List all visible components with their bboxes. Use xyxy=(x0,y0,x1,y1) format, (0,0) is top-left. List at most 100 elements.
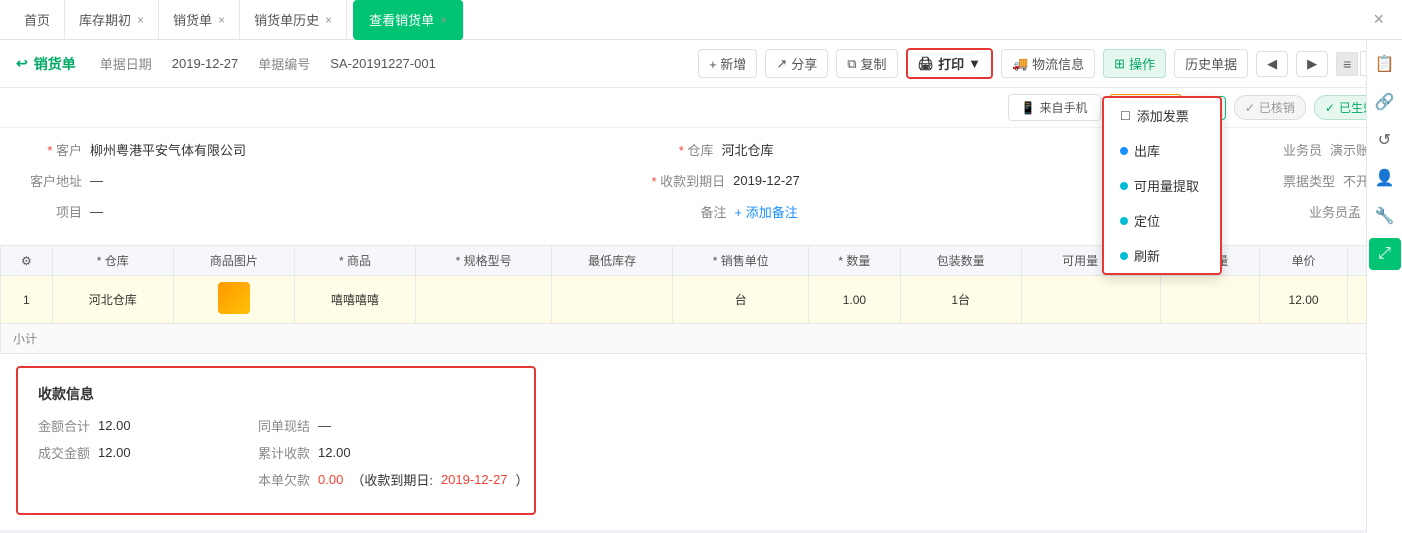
logistics-button[interactable]: 🚚 物流信息 xyxy=(1001,49,1095,78)
invoice-icon: ☐ xyxy=(1120,109,1131,123)
from-phone-label: 来自手机 xyxy=(1040,99,1088,116)
cumulative-item: 累计收款 12.00 xyxy=(258,443,438,462)
row-img xyxy=(173,276,294,324)
refresh-item[interactable]: 刷新 xyxy=(1104,238,1220,273)
add-invoice-item[interactable]: ☐ 添加发票 xyxy=(1104,98,1220,133)
tab-home-label: 首页 xyxy=(24,10,50,29)
tab-inventory-label: 库存期初 xyxy=(79,10,131,29)
tab-view-sales-label: 查看销货单 xyxy=(369,10,434,29)
from-phone-button[interactable]: 📱 来自手机 xyxy=(1008,94,1101,121)
subtotal-row: 小计 xyxy=(1,324,1402,354)
total-value: 12.00 xyxy=(98,418,131,433)
total-item: 金额合计 12.00 xyxy=(38,416,218,435)
nav-prev-button[interactable]: ◀ xyxy=(1256,51,1288,77)
share-icon: ↗ xyxy=(776,56,787,72)
row-stock xyxy=(1161,276,1260,324)
col-spec: * 规格型号 xyxy=(416,246,552,276)
effective-icon: ✓ xyxy=(1325,101,1335,115)
tab-view-sales-close[interactable]: × xyxy=(440,13,447,27)
sidebar-doc-button[interactable]: 📋 xyxy=(1369,48,1401,80)
row-avail xyxy=(1021,276,1161,324)
due-date-value: 2019-12-27 xyxy=(441,472,508,487)
cumulative-label: 累计收款 xyxy=(258,443,310,462)
cancelled-label: 已核销 xyxy=(1259,99,1295,116)
total-label: 金额合计 xyxy=(38,416,90,435)
outbound-item[interactable]: 出库 xyxy=(1104,133,1220,168)
customer-label: 客户 xyxy=(20,140,90,159)
deal-value: 12.00 xyxy=(98,445,131,460)
payment-title: 收款信息 xyxy=(38,384,514,404)
available-qty-item[interactable]: 可用量提取 xyxy=(1104,168,1220,203)
due-item: 本单欠款 0.00 （收款到期日: 2019-12-27 ） xyxy=(258,470,558,489)
same-order-item: 同单现结 — xyxy=(258,416,438,435)
logistics-label: 物流信息 xyxy=(1032,54,1084,73)
project-label: 项目 xyxy=(20,202,90,221)
row-min-stock xyxy=(552,276,673,324)
tab-sales-history-close[interactable]: × xyxy=(325,13,332,27)
right-sidebar: 📋 🔗 ↺ 👤 🔧 ⤢ xyxy=(1366,40,1402,533)
cancelled-badge: ✓ 已核销 xyxy=(1234,95,1306,120)
tab-home[interactable]: 首页 xyxy=(10,0,65,40)
tab-inventory[interactable]: 库存期初 × xyxy=(65,0,159,40)
no-value: SA-20191227-001 xyxy=(330,56,436,71)
new-button[interactable]: + 新增 xyxy=(698,49,757,78)
col-settings[interactable]: ⚙ xyxy=(1,246,53,276)
available-qty-dot xyxy=(1120,182,1128,190)
row-product: 嘻嘻嘻嘻 xyxy=(294,276,415,324)
print-dropdown-icon: ▼ xyxy=(968,56,981,71)
customer-field: 客户 柳州粤港平安气体有限公司 xyxy=(20,140,651,159)
outbound-dot xyxy=(1120,147,1128,155)
sales-icon: ↩ xyxy=(16,55,28,72)
sidebar-settings-button[interactable]: 🔧 xyxy=(1369,200,1401,232)
row-pkg-qty: 1台 xyxy=(900,276,1021,324)
window-close-button[interactable]: × xyxy=(1365,9,1392,30)
project-value: — xyxy=(90,204,665,219)
locate-item[interactable]: 定位 xyxy=(1104,203,1220,238)
cancelled-icon: ✓ xyxy=(1245,101,1255,115)
tab-bar: 首页 库存期初 × 销货单 × 销货单历史 × 查看销货单 × × xyxy=(0,0,1402,40)
row-warehouse: 河北仓库 xyxy=(52,276,173,324)
payment-row-3: 本单欠款 0.00 （收款到期日: 2019-12-27 ） xyxy=(38,470,514,489)
col-warehouse: * 仓库 xyxy=(52,246,173,276)
row-unit: 台 xyxy=(673,276,809,324)
operation-button[interactable]: ⊞ 操作 xyxy=(1103,49,1166,78)
payment-info-panel: 收款信息 金额合计 12.00 同单现结 — 成交金额 12.00 累计收款 1… xyxy=(16,366,536,515)
sidebar-user-button[interactable]: 👤 xyxy=(1369,162,1401,194)
copy-label: 复制 xyxy=(861,54,887,73)
sidebar-link-button[interactable]: 🔗 xyxy=(1369,86,1401,118)
add-invoice-label: 添加发票 xyxy=(1137,106,1189,125)
deal-label: 成交金额 xyxy=(38,443,90,462)
col-unit: * 销售单位 xyxy=(673,246,809,276)
nav-next-button[interactable]: ▶ xyxy=(1296,51,1328,77)
print-icon: 🖨 xyxy=(918,56,935,72)
due-label: 本单欠款 xyxy=(258,470,310,489)
note-add-btn[interactable]: + 添加备注 xyxy=(735,202,1310,221)
tab-sales[interactable]: 销货单 × xyxy=(159,0,240,40)
row-qty: 1.00 xyxy=(809,276,900,324)
col-qty: * 数量 xyxy=(809,246,900,276)
form-meta: 单据日期 2019-12-27 单据编号 SA-20191227-001 xyxy=(100,54,436,73)
sidebar-refresh-button[interactable]: ↺ xyxy=(1369,124,1401,156)
view-list-button[interactable]: ≡ xyxy=(1336,52,1358,76)
history-button[interactable]: 历史单据 xyxy=(1174,49,1248,78)
tab-inventory-close[interactable]: × xyxy=(137,13,144,27)
project-field: 项目 — xyxy=(20,202,665,221)
table-row: 1 河北仓库 嘻嘻嘻嘻 台 1.00 1台 12.00 0. xyxy=(1,276,1402,324)
staff2-label: 业务员孟 xyxy=(1309,202,1361,221)
outbound-label: 出库 xyxy=(1134,141,1160,160)
col-price: 单价 xyxy=(1260,246,1348,276)
tab-view-sales[interactable]: 查看销货单 × xyxy=(353,0,464,40)
print-button[interactable]: 🖨 打印 ▼ xyxy=(906,48,993,79)
same-order-value: — xyxy=(318,418,331,433)
sidebar-expand-button[interactable]: ⤢ xyxy=(1369,238,1401,270)
tab-sales-history[interactable]: 销货单历史 × xyxy=(240,0,347,40)
due-date-suffix: ） xyxy=(515,470,528,489)
share-button[interactable]: ↗ 分享 xyxy=(765,49,828,78)
tab-sales-close[interactable]: × xyxy=(218,13,225,27)
col-product-img: 商品图片 xyxy=(173,246,294,276)
warehouse-label: 仓库 xyxy=(651,140,721,159)
settings-icon: ⚙ xyxy=(21,254,32,268)
refresh-dot xyxy=(1120,252,1128,260)
ticket-label: 票据类型 xyxy=(1283,171,1335,190)
copy-button[interactable]: ⧉ 复制 xyxy=(836,49,897,78)
